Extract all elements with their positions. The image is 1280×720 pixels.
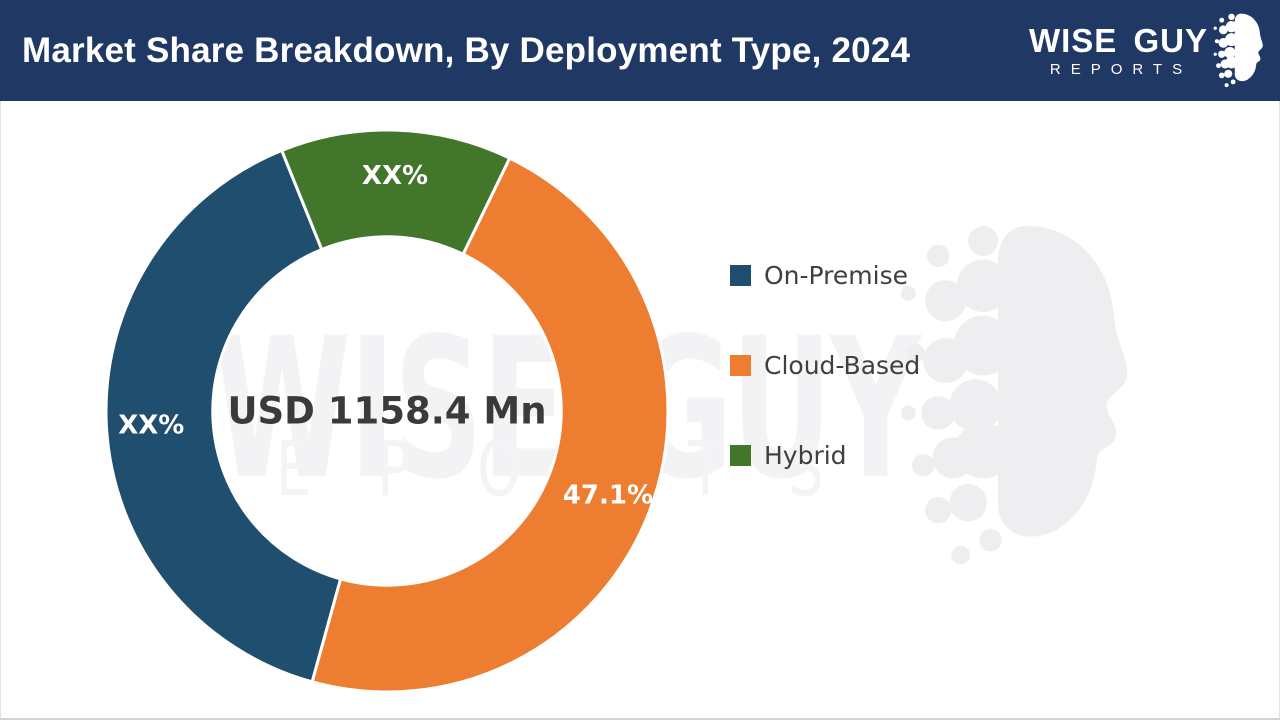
brand-logo: WISE GUY REPORTS — [1029, 8, 1264, 94]
legend-swatch-on-premise — [730, 265, 751, 286]
legend-label: Hybrid — [764, 441, 847, 470]
legend-label: Cloud-Based — [764, 351, 921, 380]
page-title: Market Share Breakdown, By Deployment Ty… — [22, 30, 911, 70]
report-page: Market Share Breakdown, By Deployment Ty… — [0, 0, 1280, 720]
brand-subname: REPORTS — [1049, 61, 1193, 78]
legend-item-on-premise[interactable]: On-Premise — [730, 260, 908, 291]
chart-area: WISE GUY REPORTS XX% 47.1% XX% USD 1158.4 … — [0, 101, 1280, 720]
legend-swatch-cloud-based — [730, 355, 751, 376]
header-bar: Market Share Breakdown, By Deployment Ty… — [0, 0, 1280, 101]
dotted-head-icon — [1213, 13, 1263, 88]
legend-item-hybrid[interactable]: Hybrid — [730, 440, 847, 471]
slice-percent-label: XX% — [362, 161, 428, 191]
brand-name: WISE GUY — [1028, 22, 1208, 59]
legend-item-cloud-based[interactable]: Cloud-Based — [730, 350, 920, 381]
slice-percent-label: XX% — [118, 411, 184, 441]
legend-label: On-Premise — [764, 261, 908, 290]
legend-swatch-hybrid — [730, 445, 751, 466]
slice-percent-label: 47.1% — [563, 480, 653, 510]
brand-logo-text: WISE GUY REPORTS — [1028, 22, 1208, 79]
chart-center-value: USD 1158.4 Mn — [227, 389, 547, 433]
